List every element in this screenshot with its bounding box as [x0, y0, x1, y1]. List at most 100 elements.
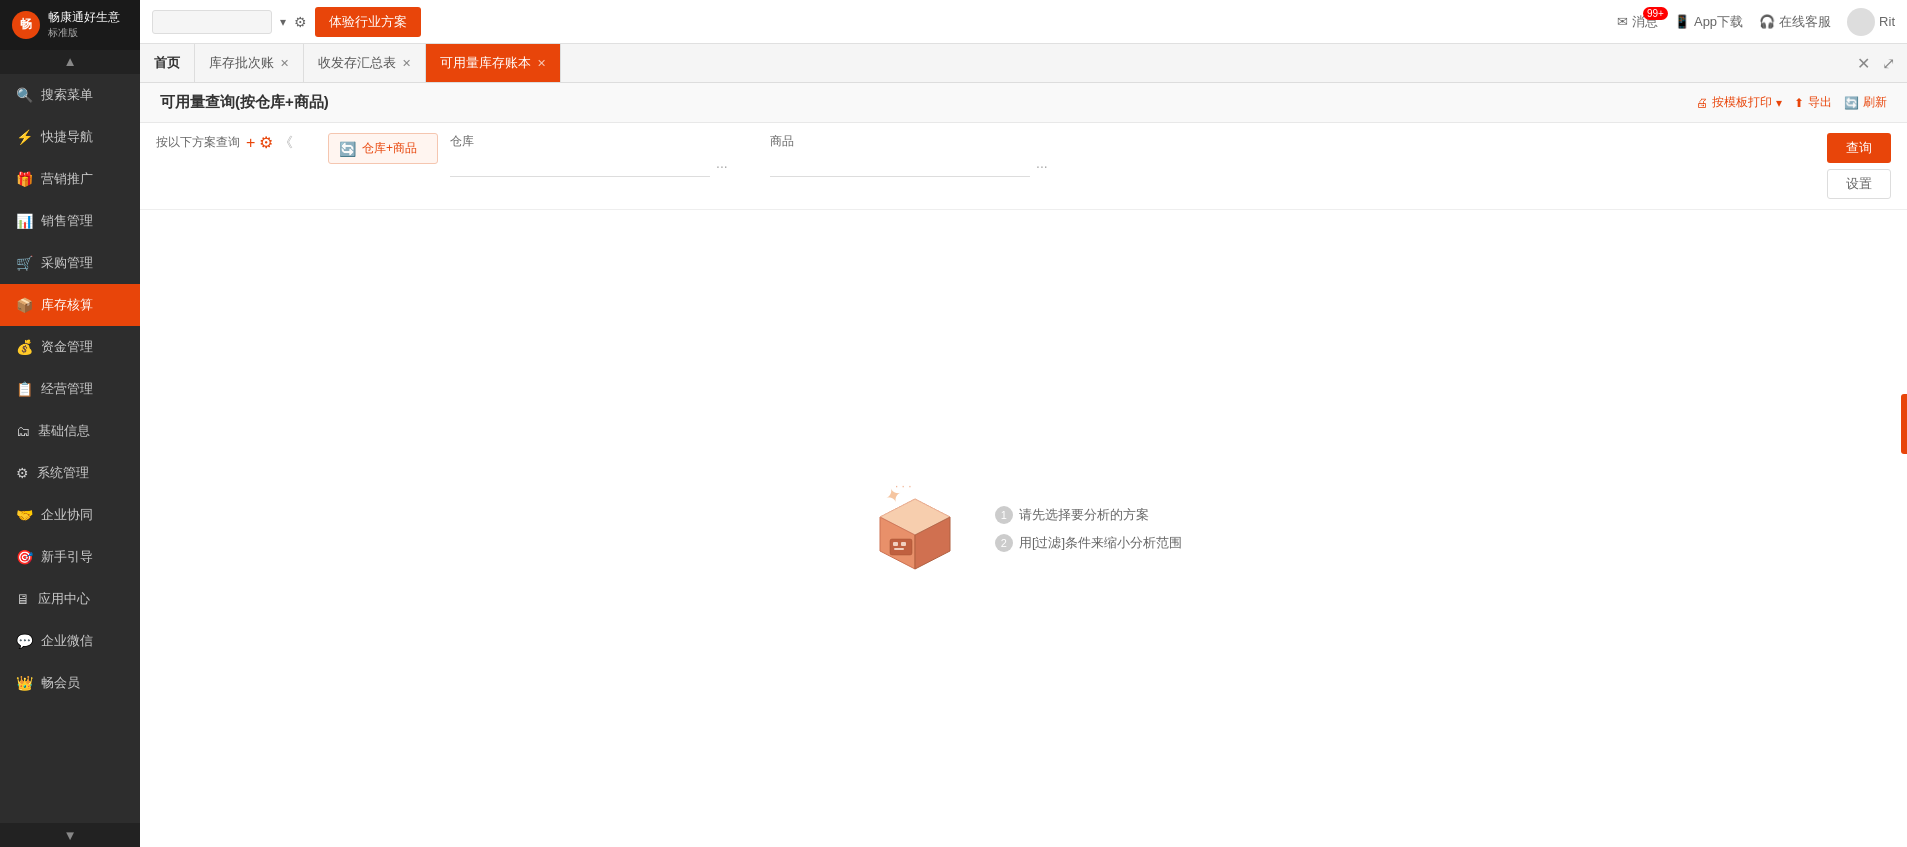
export-icon: ⬆ [1794, 96, 1804, 110]
sidebar-nav: 🔍 搜索菜单 ⚡ 快捷导航 🎁 营销推广 📊 销售管理 🛒 采购管理 📦 库存核… [0, 74, 140, 823]
money-icon: 💰 [16, 339, 33, 355]
box-svg [865, 489, 965, 579]
tab-expand-button[interactable]: ⤢ [1878, 50, 1899, 77]
refresh-button[interactable]: 🔄 刷新 [1844, 94, 1887, 111]
headset-icon: 🎧 [1759, 14, 1775, 29]
sidebar-scroll-down[interactable]: ▼ [0, 823, 140, 847]
trial-button[interactable]: 体验行业方案 [315, 7, 421, 37]
tab-batch-close[interactable]: ✕ [280, 57, 289, 70]
sidebar-logo: 畅 [12, 11, 40, 39]
tab-summary-close[interactable]: ✕ [402, 57, 411, 70]
user-profile-button[interactable]: Rit [1847, 8, 1895, 36]
sidebar-item-quick-nav[interactable]: ⚡ 快捷导航 [0, 116, 140, 158]
page-title: 可用量查询(按仓库+商品) [160, 93, 329, 112]
goods-more-icon[interactable]: ··· [1036, 158, 1048, 174]
svg-rect-8 [901, 542, 906, 546]
page-header: 可用量查询(按仓库+商品) 🖨 按模板打印 ▾ ⬆ 导出 🔄 刷新 [140, 83, 1907, 123]
tip-num-1: 1 [995, 506, 1013, 524]
tab-available[interactable]: 可用量库存账本 ✕ [426, 44, 561, 82]
gift-icon: 🎁 [16, 171, 33, 187]
sidebar-item-inventory[interactable]: 📦 库存核算 [0, 284, 140, 326]
main-area: ▾ ⚙ 体验行业方案 ✉ 消息 99+ 📱 App下载 🎧 在线客服 Rit [140, 0, 1907, 847]
sidebar-item-system[interactable]: ⚙ 系统管理 [0, 452, 140, 494]
tab-available-close[interactable]: ✕ [537, 57, 546, 70]
cart-icon: 🛒 [16, 255, 33, 271]
sidebar-item-label: 经营管理 [41, 380, 93, 398]
sidebar: 畅 畅康通好生意 标准版 ▲ 🔍 搜索菜单 ⚡ 快捷导航 🎁 营销推广 📊 销售… [0, 0, 140, 847]
warehouse-input[interactable] [450, 154, 710, 177]
sidebar-item-cooperation[interactable]: 🤝 企业协同 [0, 494, 140, 536]
warehouse-input-row: ··· [450, 154, 750, 177]
tabbar: 首页 库存批次账 ✕ 收发存汇总表 ✕ 可用量库存账本 ✕ ✕ ⤢ [140, 44, 1907, 83]
message-badge: 99+ [1643, 7, 1668, 20]
sidebar-item-operation[interactable]: 📋 经营管理 [0, 368, 140, 410]
sidebar-item-appstore[interactable]: 🖥 应用中心 [0, 578, 140, 620]
topbar-right: ✉ 消息 99+ 📱 App下载 🎧 在线客服 Rit [1617, 8, 1895, 36]
scheme-list: 🔄 仓库+商品 [328, 133, 438, 164]
phone-icon: 📱 [1674, 14, 1690, 29]
app-subtitle: 标准版 [48, 26, 120, 40]
empty-tip-1: 1 请先选择要分析的方案 [995, 506, 1182, 524]
monitor-icon: 🖥 [16, 591, 30, 607]
svg-rect-7 [893, 542, 898, 546]
topbar-search-input[interactable] [152, 10, 272, 34]
topbar-gear-icon[interactable]: ⚙ [294, 14, 307, 30]
filter-add-icon[interactable]: + [246, 134, 255, 152]
sidebar-item-marketing[interactable]: 🎁 营销推广 [0, 158, 140, 200]
query-button[interactable]: 查询 [1827, 133, 1891, 163]
tab-home[interactable]: 首页 [140, 44, 195, 82]
topbar-dropdown-icon[interactable]: ▾ [280, 15, 286, 29]
app-download-button[interactable]: 📱 App下载 [1674, 13, 1743, 31]
warehouse-label: 仓库 [450, 133, 750, 150]
box-illustration: ✦ · · · [865, 479, 965, 579]
filter-actions: 查询 设置 [1827, 133, 1891, 199]
settings-button[interactable]: 设置 [1827, 169, 1891, 199]
export-button[interactable]: ⬆ 导出 [1794, 94, 1832, 111]
sidebar-scroll-up[interactable]: ▲ [0, 50, 140, 74]
sidebar-item-label: 库存核算 [41, 296, 93, 314]
sidebar-item-member[interactable]: 👑 畅会员 [0, 662, 140, 704]
tab-close-button[interactable]: ✕ [1853, 50, 1874, 77]
gear-icon: ⚙ [16, 465, 29, 481]
right-edge-hint [1901, 394, 1907, 454]
print-label: 按模板打印 [1712, 94, 1772, 111]
sidebar-item-wechat[interactable]: 💬 企业微信 [0, 620, 140, 662]
filter-inputs: 仓库 ··· 商品 ··· [450, 133, 1815, 177]
user-name: Rit [1879, 14, 1895, 29]
goods-label: 商品 [770, 133, 1070, 150]
topbar: ▾ ⚙ 体验行业方案 ✉ 消息 99+ 📱 App下载 🎧 在线客服 Rit [140, 0, 1907, 44]
print-dropdown-icon[interactable]: ▾ [1776, 96, 1782, 110]
tab-home-label: 首页 [154, 54, 180, 72]
sidebar-item-label: 基础信息 [38, 422, 90, 440]
handshake-icon: 🤝 [16, 507, 33, 523]
print-button[interactable]: 🖨 按模板打印 ▾ [1696, 94, 1782, 111]
tab-summary[interactable]: 收发存汇总表 ✕ [304, 44, 426, 82]
sidebar-item-label: 资金管理 [41, 338, 93, 356]
empty-tips: 1 请先选择要分析的方案 2 用[过滤]条件来缩小分析范围 [995, 506, 1182, 552]
lightning-icon: ⚡ [16, 129, 33, 145]
filter-icons: + ⚙ [246, 133, 273, 152]
tab-batch[interactable]: 库存批次账 ✕ [195, 44, 304, 82]
warehouse-more-icon[interactable]: ··· [716, 158, 728, 174]
page-actions: 🖨 按模板打印 ▾ ⬆ 导出 🔄 刷新 [1696, 94, 1887, 111]
customer-service-button[interactable]: 🎧 在线客服 [1759, 13, 1831, 31]
crown-icon: 👑 [16, 675, 33, 691]
goods-input[interactable] [770, 154, 1030, 177]
sidebar-item-basic[interactable]: 🗂 基础信息 [0, 410, 140, 452]
sidebar-item-sales[interactable]: 📊 销售管理 [0, 200, 140, 242]
chat-icon: 💬 [16, 633, 33, 649]
tip-text-2: 用[过滤]条件来缩小分析范围 [1019, 534, 1182, 552]
filter-collapse-icon[interactable]: 《 [279, 134, 293, 152]
search-icon: 🔍 [16, 87, 33, 103]
filter-settings-icon[interactable]: ⚙ [259, 133, 273, 152]
message-button[interactable]: ✉ 消息 99+ [1617, 13, 1658, 31]
sidebar-item-label: 企业协同 [41, 506, 93, 524]
export-label: 导出 [1808, 94, 1832, 111]
scheme-warehouse-goods[interactable]: 🔄 仓库+商品 [328, 133, 438, 164]
sidebar-item-newbie[interactable]: 🎯 新手引导 [0, 536, 140, 578]
sidebar-item-purchase[interactable]: 🛒 采购管理 [0, 242, 140, 284]
sidebar-item-finance[interactable]: 💰 资金管理 [0, 326, 140, 368]
svg-rect-6 [890, 539, 912, 555]
sidebar-item-search[interactable]: 🔍 搜索菜单 [0, 74, 140, 116]
svg-rect-9 [894, 548, 904, 550]
